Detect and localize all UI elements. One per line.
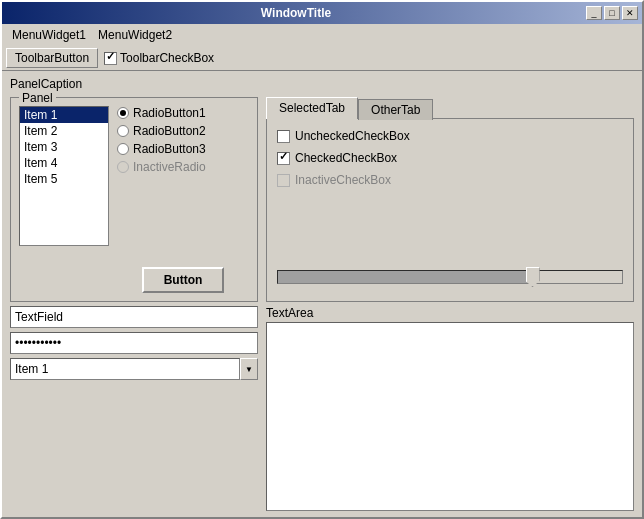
list-item-3[interactable]: Item 3 (20, 139, 108, 155)
window-controls: _ □ ✕ (586, 6, 638, 20)
tab-content: UncheckedCheckBox CheckedCheckBox Inacti… (266, 118, 634, 302)
combo-container: Item 1 Item 2 Item 3 ▼ (10, 358, 258, 380)
list-box[interactable]: Item 1 Item 2 Item 3 Item 4 Item 5 (19, 106, 109, 246)
radio-button3-label[interactable]: RadioButton3 (117, 142, 249, 156)
combo-dropdown-arrow[interactable]: ▼ (240, 358, 258, 380)
list-item-4[interactable]: Item 4 (20, 155, 108, 171)
radio-button3-text: RadioButton3 (133, 142, 206, 156)
inactive-checkbox-input (277, 174, 290, 187)
panel-caption: PanelCaption (10, 77, 634, 91)
tab-selected[interactable]: SelectedTab (266, 97, 358, 119)
radio-button2-input[interactable] (117, 125, 129, 137)
tab-other[interactable]: OtherTab (358, 99, 433, 120)
toolbar-checkbox-input[interactable] (104, 52, 117, 65)
inactive-radio-input (117, 161, 129, 173)
list-item-5[interactable]: Item 5 (20, 171, 108, 187)
list-item-1[interactable]: Item 1 (20, 107, 108, 123)
toolbar: ToolbarButton ToolbarCheckBox (2, 46, 642, 71)
slider-container (277, 266, 623, 291)
menu-widget2[interactable]: MenuWidget2 (92, 26, 178, 44)
left-inputs: Item 1 Item 2 Item 3 ▼ (10, 306, 258, 511)
middle-row: Panel Item 1 Item 2 Item 3 Item 4 Item 5 (10, 97, 634, 302)
text-field[interactable] (10, 306, 258, 328)
maximize-button[interactable]: □ (604, 6, 620, 20)
unchecked-checkbox-label[interactable]: UncheckedCheckBox (277, 129, 623, 143)
slider-input[interactable] (277, 270, 623, 284)
panel-group: Panel Item 1 Item 2 Item 3 Item 4 Item 5 (10, 97, 258, 302)
checked-checkbox-label[interactable]: CheckedCheckBox (277, 151, 623, 165)
radio-button3-input[interactable] (117, 143, 129, 155)
textarea-container: TextArea (266, 306, 634, 511)
checked-checkbox-text: CheckedCheckBox (295, 151, 397, 165)
inactive-radio-text: InactiveRadio (133, 160, 206, 174)
unchecked-checkbox-text: UncheckedCheckBox (295, 129, 410, 143)
panel-inner: Item 1 Item 2 Item 3 Item 4 Item 5 Radio… (19, 106, 249, 293)
password-field[interactable] (10, 332, 258, 354)
window-title: WindowTitle (6, 6, 586, 20)
minimize-button[interactable]: _ (586, 6, 602, 20)
list-item-2[interactable]: Item 2 (20, 123, 108, 139)
panel-button[interactable]: Button (142, 267, 225, 293)
radio-button1-input[interactable] (117, 107, 129, 119)
main-content: PanelCaption Panel Item 1 Item 2 Item 3 … (2, 71, 642, 517)
inactive-checkbox-text: InactiveCheckBox (295, 173, 391, 187)
panel-legend: Panel (19, 91, 56, 105)
menu-widget1[interactable]: MenuWidget1 (6, 26, 92, 44)
inactive-radio-label: InactiveRadio (117, 160, 249, 174)
combo-select[interactable]: Item 1 Item 2 Item 3 (10, 358, 240, 380)
textarea-label: TextArea (266, 306, 634, 320)
radio-button2-label[interactable]: RadioButton2 (117, 124, 249, 138)
toolbar-checkbox-text: ToolbarCheckBox (120, 51, 214, 65)
radio-button1-label[interactable]: RadioButton1 (117, 106, 249, 120)
menu-bar: MenuWidget1 MenuWidget2 (2, 24, 642, 46)
bottom-row: Item 1 Item 2 Item 3 ▼ TextArea (10, 306, 634, 511)
checked-checkbox-input[interactable] (277, 152, 290, 165)
toolbar-checkbox-label[interactable]: ToolbarCheckBox (104, 51, 214, 65)
inactive-checkbox-label: InactiveCheckBox (277, 173, 623, 187)
text-area[interactable] (266, 322, 634, 511)
toolbar-button[interactable]: ToolbarButton (6, 48, 98, 68)
radio-column: RadioButton1 RadioButton2 RadioButton3 (117, 106, 249, 293)
radio-button2-text: RadioButton2 (133, 124, 206, 138)
tab-headers: SelectedTab OtherTab (266, 97, 634, 118)
radio-button1-text: RadioButton1 (133, 106, 206, 120)
unchecked-checkbox-input[interactable] (277, 130, 290, 143)
title-bar: WindowTitle _ □ ✕ (2, 2, 642, 24)
tab-control: SelectedTab OtherTab UncheckedCheckBox C… (266, 97, 634, 302)
window: WindowTitle _ □ ✕ MenuWidget1 MenuWidget… (0, 0, 644, 519)
close-button[interactable]: ✕ (622, 6, 638, 20)
